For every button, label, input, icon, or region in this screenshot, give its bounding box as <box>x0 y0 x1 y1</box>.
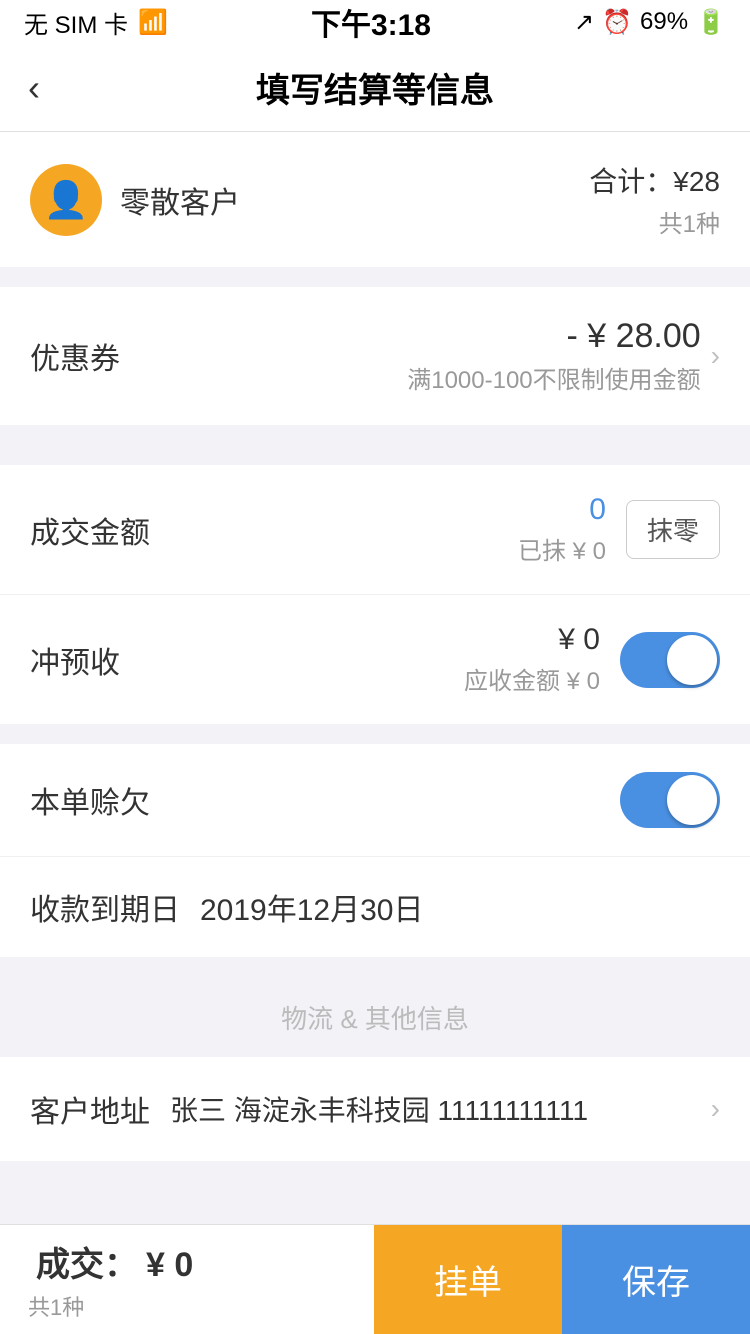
address-section: 客户地址 张三 海淀永丰科技园 11111111111 › <box>0 1057 750 1161</box>
deal-amount-row: 成交金额 0 已抹 ¥ 0 抹零 <box>0 465 750 595</box>
logistics-section: 物流 & 其他信息 <box>0 977 750 1057</box>
status-left: 无 SIM 卡 📶 <box>24 5 168 40</box>
prepayment-toggle[interactable] <box>620 632 720 688</box>
debt-label: 本单赊欠 <box>30 778 150 822</box>
round-zero-button[interactable]: 抹零 <box>626 500 720 559</box>
logistics-label: 物流 & 其他信息 <box>281 999 469 1036</box>
alarm-icon: ⏰ <box>602 8 632 37</box>
prepayment-row: 冲预收 ¥ 0 应收金额 ¥ 0 <box>0 595 750 724</box>
deal-amount-label: 成交金额 <box>30 508 150 552</box>
coupon-info: - ¥ 28.00 满1000-100不限制使用金额 <box>407 317 700 395</box>
back-button[interactable]: ‹ <box>28 67 40 109</box>
due-date-label: 收款到期日 <box>30 885 180 929</box>
avatar: 👤 <box>30 164 102 236</box>
due-date-row: 收款到期日 2019年12月30日 <box>0 857 750 957</box>
status-time: 下午3:18 <box>311 0 431 44</box>
total-amount: 合计：¥28 <box>589 160 720 200</box>
page-title: 填写结算等信息 <box>256 63 494 112</box>
toggle-knob <box>667 635 717 685</box>
due-date-value[interactable]: 2019年12月30日 <box>200 885 423 929</box>
battery-level: 69% <box>640 8 688 36</box>
separator-2 <box>0 724 750 744</box>
coupon-right: - ¥ 28.00 满1000-100不限制使用金额 › <box>407 317 720 395</box>
save-button[interactable]: 保存 <box>562 1225 750 1334</box>
no-sim-text: 无 SIM 卡 <box>24 5 128 40</box>
address-chevron-icon: › <box>711 1093 720 1125</box>
prepayment-value: ¥ 0 <box>464 623 600 657</box>
bottom-info: 成交：¥ 0 共1种 <box>0 1237 374 1322</box>
deal-amount-sub: 已抹 ¥ 0 <box>518 531 606 566</box>
pending-button[interactable]: 挂单 <box>374 1225 562 1334</box>
coupon-value: - ¥ 28.00 <box>407 317 700 356</box>
customer-row: 👤 零散客户 合计：¥28 共1种 <box>0 132 750 267</box>
deal-amount-info: 0 已抹 ¥ 0 <box>518 493 606 566</box>
avatar-icon: 👤 <box>44 179 89 221</box>
debt-row: 本单赊欠 <box>0 744 750 857</box>
coupon-label: 优惠券 <box>30 334 120 378</box>
prepayment-info: ¥ 0 应收金额 ¥ 0 <box>464 623 600 696</box>
debt-section: 本单赊欠 收款到期日 2019年12月30日 <box>0 744 750 957</box>
coupon-row[interactable]: 优惠券 - ¥ 28.00 满1000-100不限制使用金额 › <box>0 287 750 425</box>
bottom-count: 共1种 <box>28 1290 346 1322</box>
wifi-icon: 📶 <box>138 8 168 37</box>
prepayment-right: ¥ 0 应收金额 ¥ 0 <box>464 623 720 696</box>
battery-icon: 🔋 <box>696 8 726 37</box>
nav-bar: ‹ 填写结算等信息 <box>0 44 750 132</box>
coupon-card: 优惠券 - ¥ 28.00 满1000-100不限制使用金额 › <box>0 287 750 425</box>
address-value: 张三 海淀永丰科技园 11111111111 <box>170 1089 711 1129</box>
customer-name: 零散客户 <box>120 178 240 222</box>
prepayment-label: 冲预收 <box>30 638 120 682</box>
bottom-deal-label: 成交： <box>36 1246 138 1284</box>
chevron-right-icon: › <box>711 340 720 372</box>
customer-info-right: 合计：¥28 共1种 <box>589 160 720 239</box>
prepayment-sub: 应收金额 ¥ 0 <box>464 661 600 696</box>
customer-info-left: 👤 零散客户 <box>30 164 240 236</box>
coupon-desc: 满1000-100不限制使用金额 <box>407 360 700 395</box>
bottom-bar: 成交：¥ 0 共1种 挂单 保存 <box>0 1224 750 1334</box>
deal-amount-value[interactable]: 0 <box>589 493 606 526</box>
address-label: 客户地址 <box>30 1087 150 1131</box>
form-section: 成交金额 0 已抹 ¥ 0 抹零 冲预收 ¥ 0 应收金额 ¥ 0 <box>0 465 750 724</box>
bottom-deal-text: 成交：¥ 0 <box>28 1237 346 1286</box>
bottom-deal-value: ¥ 0 <box>146 1246 193 1284</box>
status-right: ↗ ⏰ 69% 🔋 <box>574 8 726 37</box>
content-area: 👤 零散客户 合计：¥28 共1种 优惠券 - ¥ 28.00 满1000-10… <box>0 132 750 1301</box>
address-row[interactable]: 客户地址 张三 海淀永丰科技园 11111111111 › <box>0 1057 750 1161</box>
total-count: 共1种 <box>589 204 720 239</box>
customer-card: 👤 零散客户 合计：¥28 共1种 <box>0 132 750 267</box>
debt-toggle-knob <box>667 775 717 825</box>
deal-amount-right: 0 已抹 ¥ 0 抹零 <box>518 493 720 566</box>
separator-1 <box>0 445 750 465</box>
debt-toggle[interactable] <box>620 772 720 828</box>
location-icon: ↗ <box>574 8 594 37</box>
status-bar: 无 SIM 卡 📶 下午3:18 ↗ ⏰ 69% 🔋 <box>0 0 750 44</box>
